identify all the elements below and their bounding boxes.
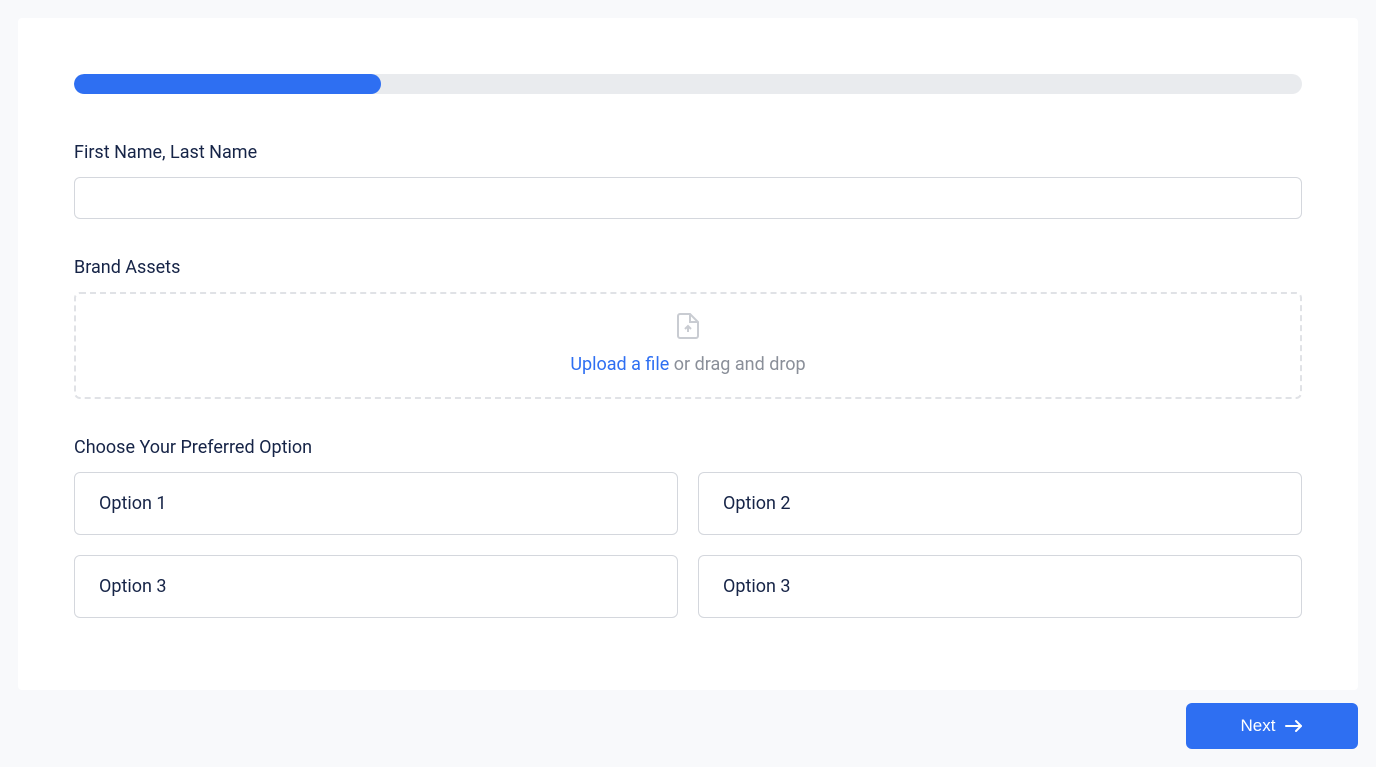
form-card: First Name, Last Name Brand Assets Uploa… — [18, 18, 1358, 690]
progress-fill — [74, 74, 381, 94]
name-input[interactable] — [74, 177, 1302, 219]
form-footer: Next — [1186, 703, 1358, 749]
option-tile[interactable]: Option 2 — [698, 472, 1302, 535]
option-tile[interactable]: Option 3 — [698, 555, 1302, 618]
option-tile[interactable]: Option 3 — [74, 555, 678, 618]
brand-assets-section: Brand Assets Upload a file or drag and d… — [74, 257, 1302, 399]
option-tile[interactable]: Option 1 — [74, 472, 678, 535]
next-button[interactable]: Next — [1186, 703, 1358, 749]
upload-file-icon — [676, 312, 700, 344]
options-grid: Option 1 Option 2 Option 3 Option 3 — [74, 472, 1302, 618]
name-section: First Name, Last Name — [74, 142, 1302, 219]
preferred-option-label: Choose Your Preferred Option — [74, 437, 1302, 458]
progress-bar — [74, 74, 1302, 94]
dropzone-text: Upload a file or drag and drop — [76, 354, 1300, 375]
brand-assets-label: Brand Assets — [74, 257, 1302, 278]
dropzone-rest-text: or drag and drop — [669, 354, 805, 375]
file-dropzone[interactable]: Upload a file or drag and drop — [74, 292, 1302, 399]
next-button-label: Next — [1241, 716, 1276, 736]
preferred-option-section: Choose Your Preferred Option Option 1 Op… — [74, 437, 1302, 618]
name-label: First Name, Last Name — [74, 142, 1302, 163]
upload-file-link[interactable]: Upload a file — [570, 354, 669, 375]
arrow-right-icon — [1285, 719, 1303, 733]
